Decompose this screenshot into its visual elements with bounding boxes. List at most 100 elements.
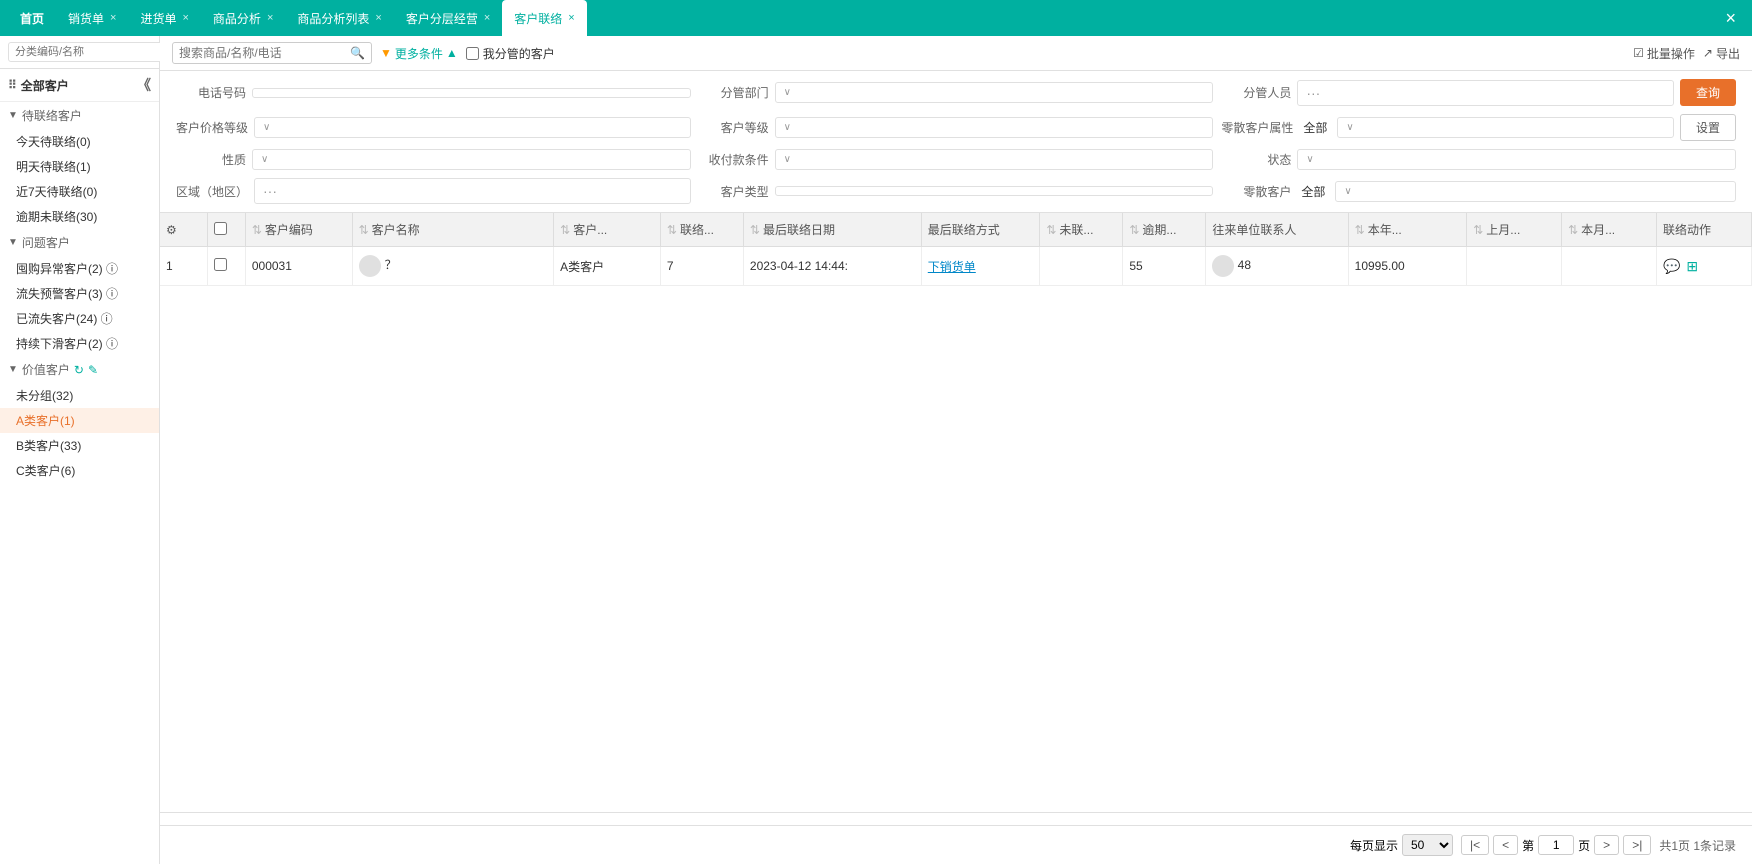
cell-contact-count: 7 <box>660 247 743 286</box>
filter-type-input[interactable] <box>775 186 1214 196</box>
sidebar-item-churned[interactable]: 已流失客户(24) ⓘ <box>0 306 159 331</box>
sidebar-item-today[interactable]: 今天待联络(0) <box>0 129 159 154</box>
nav-item-analysis-list[interactable]: 商品分析列表 × <box>285 0 393 36</box>
select-all-checkbox[interactable] <box>214 222 227 235</box>
filter-retail-input[interactable]: ∨ <box>1335 181 1736 202</box>
row-checkbox[interactable] <box>214 258 227 271</box>
filter-row-retail-attr: 零散客户属性 全部 ∨ 设置 <box>1221 114 1736 141</box>
last-page-btn[interactable]: >| <box>1623 835 1651 855</box>
grid-icon: ⠿ <box>8 78 17 92</box>
col-settings[interactable]: ⚙ <box>160 213 207 247</box>
col-method-header[interactable]: 最后联络方式 <box>921 213 1040 247</box>
col-date-header[interactable]: ⇅最后联络日期 <box>743 213 921 247</box>
col-uncontact-header[interactable]: ⇅未联... <box>1040 213 1123 247</box>
col-code-header[interactable]: ⇅客户编码 <box>245 213 352 247</box>
col-overdue-header[interactable]: ⇅逾期... <box>1123 213 1206 247</box>
section-problem-customer[interactable]: ▼ 问题客户 <box>0 229 159 256</box>
main-search-icon[interactable]: 🔍 <box>350 46 365 60</box>
method-link[interactable]: 下销货单 <box>928 260 976 274</box>
export-icon: ↗ <box>1703 46 1713 60</box>
sidebar-item-overdue[interactable]: 逾期未联络(30) <box>0 204 159 229</box>
message-icon[interactable]: 💬 <box>1663 258 1680 275</box>
col-year-header[interactable]: ⇅本年... <box>1348 213 1467 247</box>
sidebar-item-7days[interactable]: 近7天待联络(0) <box>0 179 159 204</box>
edit-group-icon[interactable]: ✎ <box>88 363 98 377</box>
filter-region-input[interactable]: ··· <box>254 178 691 204</box>
filter-phone-input[interactable] <box>252 88 691 98</box>
query-btn[interactable]: 查询 <box>1680 79 1736 106</box>
filter-payment-input[interactable]: ∨ <box>775 149 1214 170</box>
filter-person-input[interactable]: ··· <box>1297 80 1674 106</box>
batch-op-btn[interactable]: ☑ 批量操作 <box>1633 45 1695 62</box>
cell-code: 000031 <box>245 247 352 286</box>
sidebar-search-input[interactable] <box>8 42 164 62</box>
filter-price-grade-input[interactable]: ∨ <box>254 117 691 138</box>
sidebar-item-declining[interactable]: 持续下滑客户(2) ⓘ <box>0 331 159 356</box>
section-pending-contact[interactable]: ▼ 待联络客户 <box>0 102 159 129</box>
avatar <box>359 255 381 277</box>
cell-year-amount: 10995.00 <box>1348 247 1467 286</box>
nav-item-customer-segment[interactable]: 客户分层经营 × <box>394 0 502 36</box>
sidebar-item-c-class[interactable]: C类客户(6) <box>0 458 159 483</box>
nav-item-customer-contact[interactable]: 客户联络 × <box>502 0 586 36</box>
col-grade-header[interactable]: ⇅客户... <box>554 213 661 247</box>
sidebar-item-tomorrow[interactable]: 明天待联络(1) <box>0 154 159 179</box>
main-search-input[interactable] <box>179 46 350 60</box>
col-thismonth-header[interactable]: ⇅本月... <box>1562 213 1657 247</box>
filter-dept-input[interactable]: ∨ <box>775 82 1214 103</box>
table-scroll[interactable]: ⚙ ⇅客户编码 ⇅客户名称 ⇅客户... ⇅联络... ⇅最后联络日期 最后联络… <box>160 213 1752 812</box>
search-wrap: 🔍 <box>172 42 372 64</box>
action-btns: ☑ 批量操作 ↗ 导出 <box>1633 45 1740 62</box>
close-sales-tab[interactable]: × <box>110 12 116 24</box>
nav-item-analysis[interactable]: 商品分析 × <box>201 0 285 36</box>
col-lastmonth-header[interactable]: ⇅上月... <box>1467 213 1562 247</box>
nav-item-sales[interactable]: 销货单 × <box>56 0 128 36</box>
col-name-header[interactable]: ⇅客户名称 <box>352 213 554 247</box>
close-segment-tab[interactable]: × <box>484 12 490 24</box>
h-scroll-area[interactable] <box>160 812 1752 825</box>
nav-item-purchase[interactable]: 进货单 × <box>128 0 200 36</box>
nav-item-home[interactable]: 首页 <box>8 0 56 36</box>
qr-icon[interactable]: ⊞ <box>1686 258 1698 275</box>
sidebar-item-b-class[interactable]: B类客户(33) <box>0 433 159 458</box>
next-page-btn[interactable]: > <box>1594 835 1619 855</box>
col-checkbox[interactable] <box>207 213 245 247</box>
sidebar-collapse-btn[interactable]: 《 <box>137 75 151 95</box>
prev-page-btn[interactable]: < <box>1493 835 1518 855</box>
sidebar-item-stockpile[interactable]: 囤购异常客户(2) ⓘ <box>0 256 159 281</box>
sidebar-item-a-class[interactable]: A类客户(1) <box>0 408 159 433</box>
sidebar-search-area: 🔍 <box>0 36 159 69</box>
settings-btn[interactable]: 设置 <box>1680 114 1736 141</box>
page-input[interactable] <box>1538 835 1574 855</box>
close-analysis-tab[interactable]: × <box>267 12 273 24</box>
filter-retail-attr-input[interactable]: ∨ <box>1337 117 1674 138</box>
close-purchase-tab[interactable]: × <box>182 12 188 24</box>
filter-status-input[interactable]: ∨ <box>1297 149 1736 170</box>
cell-check[interactable] <box>207 247 245 286</box>
close-analysis-list-tab[interactable]: × <box>375 12 381 24</box>
close-all-btn[interactable]: × <box>1717 8 1744 29</box>
my-customer-checkbox[interactable]: 我分管的客户 <box>466 45 555 62</box>
sidebar-item-unclassified[interactable]: 未分组(32) <box>0 383 159 408</box>
close-contact-tab[interactable]: × <box>568 12 574 24</box>
sidebar-item-churn-warning[interactable]: 流失预警客户(3) ⓘ <box>0 281 159 306</box>
filter-row-status: 状态 ∨ <box>1221 149 1736 170</box>
filter-customer-grade-input[interactable]: ∨ <box>775 117 1214 138</box>
settings-icon[interactable]: ⚙ <box>166 223 177 237</box>
col-unit-contact-header[interactable]: 往来单位联系人 <box>1206 213 1348 247</box>
arrow-icon: ▼ <box>8 110 18 121</box>
more-filter-btn[interactable]: ▼ 更多条件 ▲ <box>380 45 458 62</box>
cell-uncontact <box>1040 247 1123 286</box>
refresh-icon[interactable]: ↻ <box>74 363 84 377</box>
per-page-select[interactable]: 50 100 200 <box>1402 834 1453 856</box>
my-customer-check[interactable] <box>466 47 479 60</box>
cell-num: 1 <box>160 247 207 286</box>
all-customer-header[interactable]: ⠿ 全部客户 《 <box>0 69 159 102</box>
section-value-customer[interactable]: ▼ 价值客户 ↻ ✎ <box>0 356 159 383</box>
data-table: ⚙ ⇅客户编码 ⇅客户名称 ⇅客户... ⇅联络... ⇅最后联络日期 最后联络… <box>160 213 1752 286</box>
export-btn[interactable]: ↗ 导出 <box>1703 45 1740 62</box>
filter-nature-input[interactable]: ∨ <box>252 149 691 170</box>
filter-row-dept: 分管部门 ∨ <box>699 79 1214 106</box>
col-contact-header[interactable]: ⇅联络... <box>660 213 743 247</box>
first-page-btn[interactable]: |< <box>1461 835 1489 855</box>
